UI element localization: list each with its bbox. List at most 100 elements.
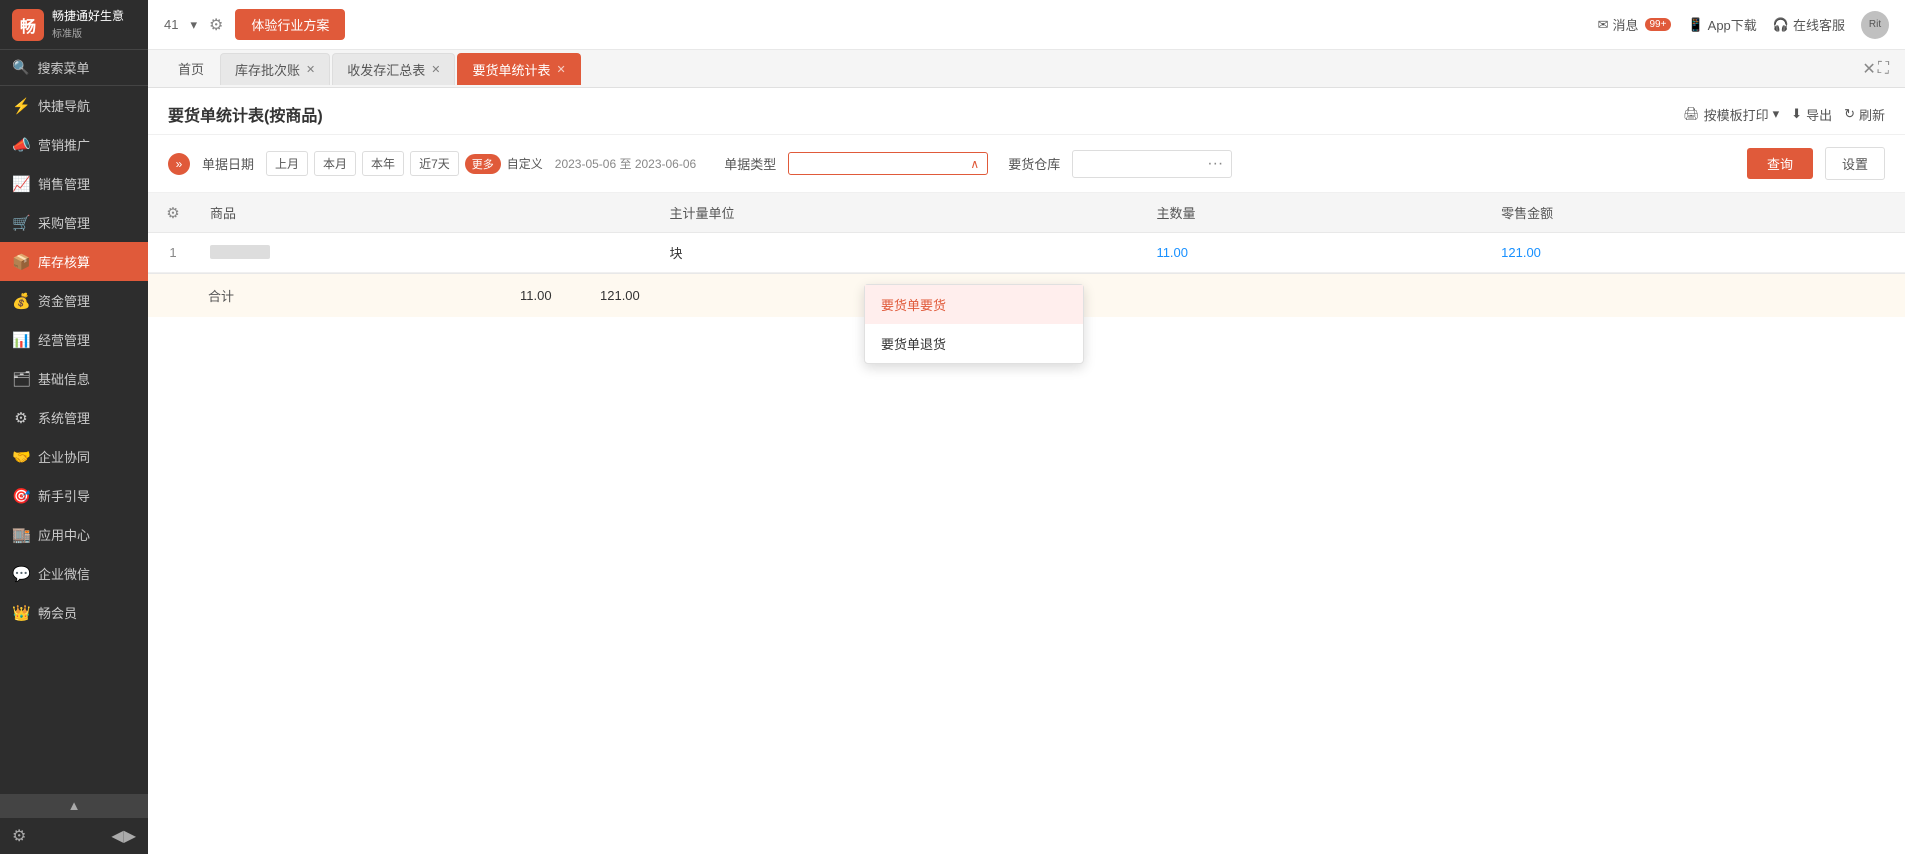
logo-icon: 畅: [12, 9, 44, 41]
type-filter-arrow[interactable]: ∧: [970, 157, 979, 171]
amount-link[interactable]: 121.00: [1501, 245, 1541, 260]
settings-icon[interactable]: ⚙: [12, 826, 26, 846]
tab-batch-account-label: 库存批次账: [235, 60, 300, 79]
sidebar-item-label: 快捷导航: [38, 96, 90, 115]
page-content: 要货单统计表(按商品) 🖨 按模板打印 ▾ ⬇ 导出 ↻ 刷新: [148, 88, 1905, 854]
filter-expand-button[interactable]: »: [168, 153, 190, 175]
user-id: 41: [164, 17, 178, 32]
sidebar: 畅 畅捷通好生意 标准版 🔍 搜索菜单 ⚡ 快捷导航 📣 营销推广 📈 销售管理…: [0, 0, 148, 854]
query-button[interactable]: 查询: [1747, 148, 1813, 179]
sidebar-item-label: 销售管理: [38, 174, 90, 193]
tab-recv-summary-label: 收发存汇总表: [347, 60, 425, 79]
cell-product: [198, 233, 658, 273]
sidebar-item-inventory[interactable]: 📦 库存核算: [0, 242, 148, 281]
sidebar-item-newbie[interactable]: 🎯 新手引导: [0, 476, 148, 515]
date-last-7days-btn[interactable]: 近7天: [410, 151, 459, 176]
tabbar: 首页 库存批次账 ✕ 收发存汇总表 ✕ 要货单统计表 ✕ ✕ ⛶: [148, 50, 1905, 88]
sidebar-item-sales[interactable]: 📈 销售管理: [0, 164, 148, 203]
tab-order-stats-close[interactable]: ✕: [557, 63, 566, 76]
sidebar-item-member[interactable]: 👑 畅会员: [0, 593, 148, 632]
sidebar-item-operations[interactable]: 📊 经营管理: [0, 320, 148, 359]
export-action[interactable]: ⬇ 导出: [1791, 105, 1832, 124]
warehouse-filter-input[interactable]: ···: [1072, 150, 1232, 178]
page-header: 要货单统计表(按商品) 🖨 按模板打印 ▾ ⬇ 导出 ↻ 刷新: [148, 88, 1905, 135]
sidebar-item-purchase[interactable]: 🛒 采购管理: [0, 203, 148, 242]
th-gear[interactable]: ⚙: [148, 193, 198, 233]
system-icon: ⚙: [12, 409, 30, 427]
close-all-tabs-button[interactable]: ✕: [1862, 59, 1875, 79]
newbie-icon: 🎯: [12, 487, 30, 505]
sidebar-item-wechat[interactable]: 💬 企业微信: [0, 554, 148, 593]
sidebar-search-label: 搜索菜单: [37, 58, 89, 77]
date-last-month-btn[interactable]: 上月: [266, 151, 308, 176]
tab-recv-summary-close[interactable]: ✕: [431, 63, 440, 76]
th-amount: 零售金额: [1489, 193, 1905, 233]
sidebar-item-marketing[interactable]: 📣 营销推广: [0, 125, 148, 164]
footer-label: 合计: [148, 286, 488, 305]
qty-link[interactable]: 11.00: [1156, 245, 1188, 260]
expand-tabbar-button[interactable]: ⛶: [1878, 60, 1889, 78]
sidebar-item-finance[interactable]: 💰 资金管理: [0, 281, 148, 320]
tab-home[interactable]: 首页: [164, 53, 218, 84]
date-this-year-btn[interactable]: 本年: [362, 151, 404, 176]
sidebar-scroll-up[interactable]: ▲: [0, 794, 148, 817]
tab-batch-account[interactable]: 库存批次账 ✕: [220, 53, 330, 85]
sidebar-item-label: 资金管理: [38, 291, 90, 310]
app-icon: 📱: [1687, 17, 1703, 33]
sidebar-item-basics[interactable]: 🗂 基础信息: [0, 359, 148, 398]
dropdown-item-order-goods-label: 要货单要货: [881, 298, 946, 313]
topbar-gear-icon[interactable]: ⚙: [209, 15, 223, 35]
purchase-icon: 🛒: [12, 214, 30, 232]
sidebar-item-appstore[interactable]: 🏬 应用中心: [0, 515, 148, 554]
sidebar-search[interactable]: 🔍 搜索菜单: [0, 50, 148, 86]
blurred-product: [210, 245, 270, 259]
chevron-down-icon: ▾: [190, 17, 197, 33]
messages-label: 消息: [1612, 15, 1638, 34]
avatar[interactable]: Rit: [1861, 11, 1889, 39]
date-more-badge[interactable]: 更多: [465, 154, 501, 174]
sidebar-item-quicknav[interactable]: ⚡ 快捷导航: [0, 86, 148, 125]
sidebar-bottom: ⚙ ◀▶: [0, 817, 148, 854]
print-template-action[interactable]: 🖨 按模板打印 ▾: [1683, 105, 1779, 124]
online-service-item[interactable]: 🎧 在线客服: [1773, 15, 1845, 34]
date-filter-label: 单据日期: [202, 154, 254, 173]
dropdown-item-order-return[interactable]: 要货单退货: [865, 324, 1083, 363]
messages-item[interactable]: ✉ 消息 99+: [1598, 15, 1672, 34]
table-row: 1 块 11.00 121.00: [148, 233, 1905, 273]
th-unit: 主计量单位: [658, 193, 1145, 233]
tab-recv-summary[interactable]: 收发存汇总表 ✕: [332, 53, 455, 85]
refresh-action[interactable]: ↻ 刷新: [1844, 105, 1885, 124]
data-table: ⚙ 商品 主计量单位 主数量 零售金额 1 块 11.00 121.00: [148, 193, 1905, 273]
print-template-label: 按模板打印: [1704, 105, 1769, 124]
app-download-item[interactable]: 📱 App下载: [1687, 15, 1756, 34]
tab-batch-account-close[interactable]: ✕: [306, 63, 315, 76]
collapse-icon[interactable]: ◀▶: [111, 826, 136, 846]
trial-industry-button[interactable]: 体验行业方案: [235, 9, 345, 40]
tab-order-stats[interactable]: 要货单统计表 ✕: [457, 53, 580, 85]
appstore-icon: 🏬: [12, 526, 30, 544]
inventory-icon: 📦: [12, 253, 30, 271]
quicknav-icon: ⚡: [12, 97, 30, 115]
sidebar-item-enterprise[interactable]: 🤝 企业协同: [0, 437, 148, 476]
sidebar-item-label: 企业协同: [38, 447, 90, 466]
th-qty: 主数量: [1144, 193, 1489, 233]
online-service-label: 在线客服: [1793, 15, 1845, 34]
type-filter-input[interactable]: [797, 156, 970, 171]
type-dropdown-popup: 要货单要货 要货单退货: [864, 284, 1084, 364]
warehouse-more-icon[interactable]: ···: [1207, 155, 1223, 173]
dropdown-item-order-goods[interactable]: 要货单要货: [865, 285, 1083, 324]
sidebar-nav: ⚡ 快捷导航 📣 营销推广 📈 销售管理 🛒 采购管理 📦 库存核算 💰 资金管…: [0, 86, 148, 794]
set-button[interactable]: 设置: [1825, 147, 1885, 180]
date-this-month-btn[interactable]: 本月: [314, 151, 356, 176]
sidebar-item-system[interactable]: ⚙ 系统管理: [0, 398, 148, 437]
footer-qty: 11.00: [520, 288, 600, 303]
type-filter-input-wrapper[interactable]: ∧: [788, 152, 988, 175]
print-icon: 🖨: [1683, 106, 1700, 122]
export-icon: ⬇: [1791, 106, 1802, 122]
topbar-left: 41 ▾ ⚙ 体验行业方案: [164, 9, 345, 40]
messages-badge: 99+: [1645, 18, 1672, 31]
date-custom-btn[interactable]: 自定义: [507, 155, 543, 172]
topbar-user-dropdown[interactable]: ▾: [190, 17, 197, 33]
sidebar-item-label: 营销推广: [38, 135, 90, 154]
warehouse-filter-label: 要货仓库: [1008, 154, 1060, 173]
